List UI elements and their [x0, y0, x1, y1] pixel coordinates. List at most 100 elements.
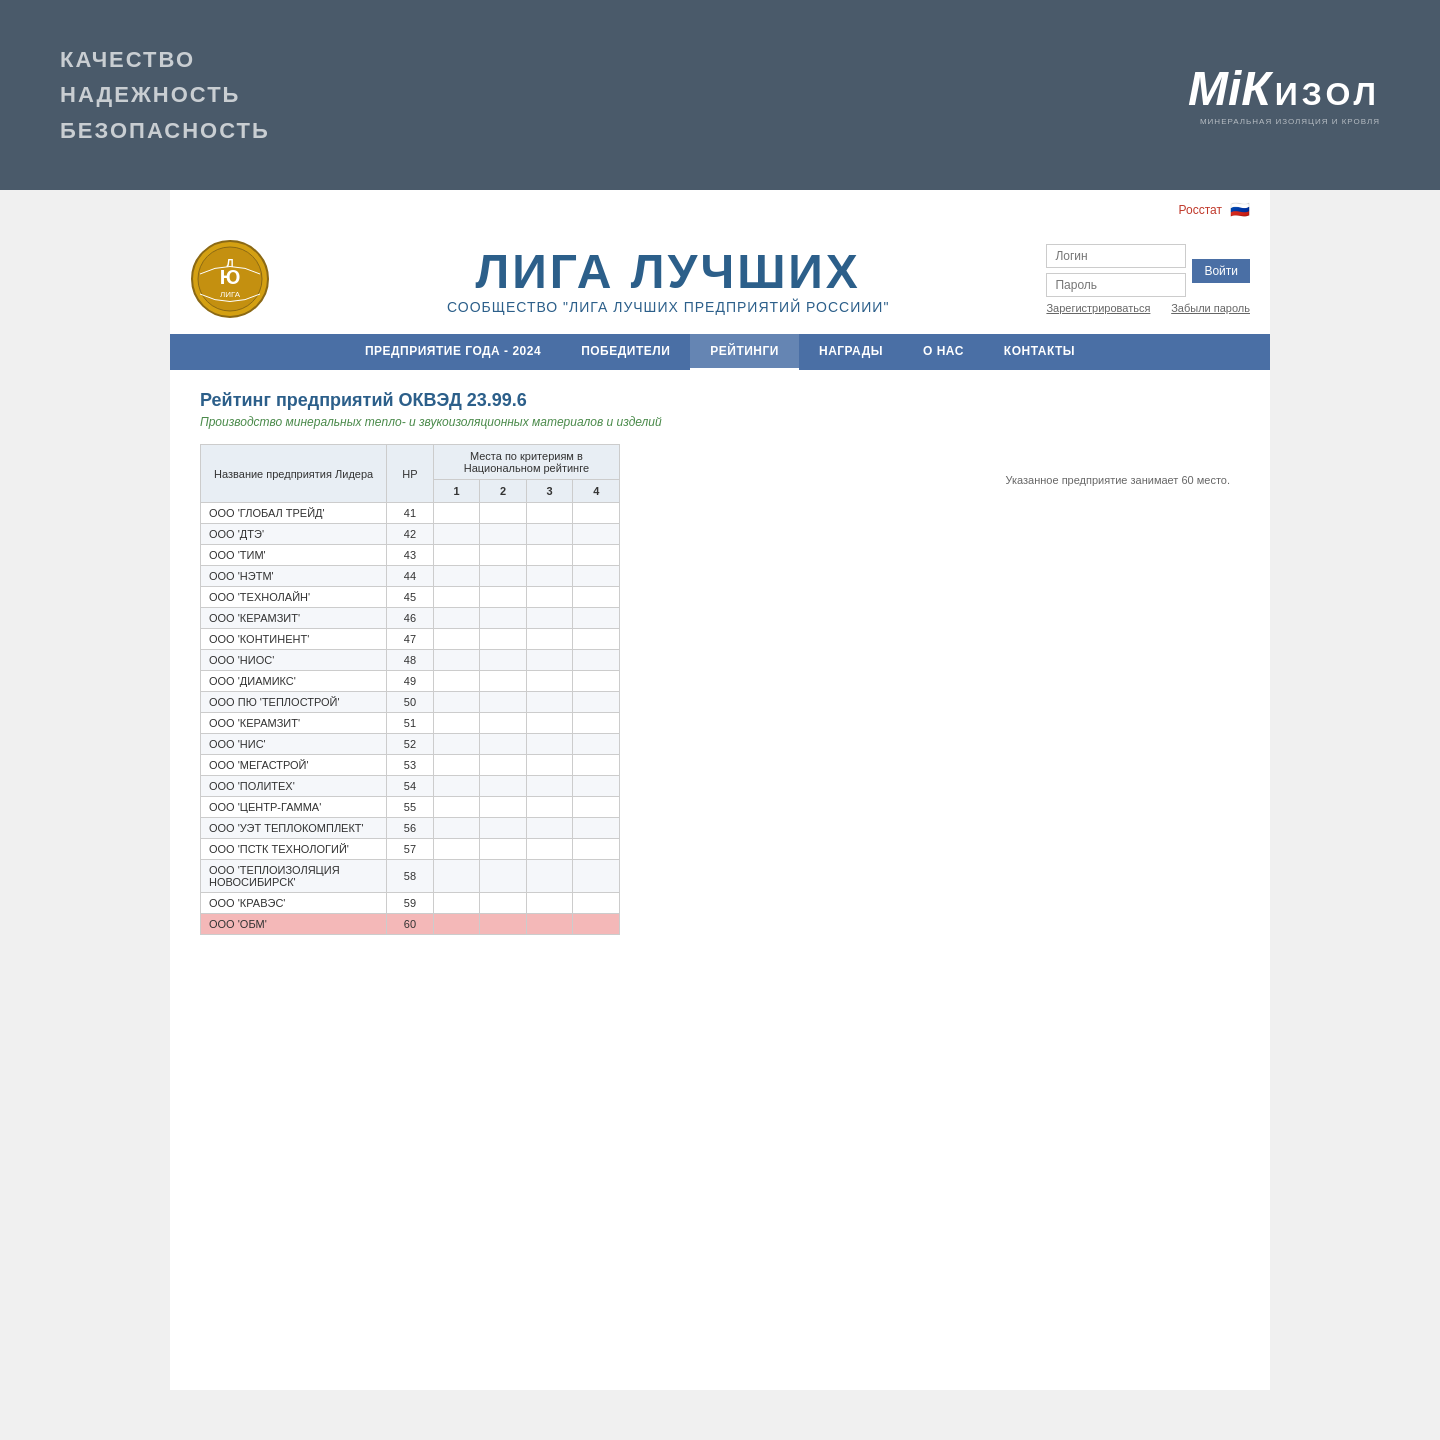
table-row: ООО 'МЕГАСТРОЙ'53 [201, 755, 620, 776]
criteria-cell [526, 797, 573, 818]
criteria-cell [526, 860, 573, 893]
criteria-cell [433, 755, 480, 776]
company-name-cell: ООО 'ТЕХНОЛАЙН' [201, 587, 387, 608]
criteria-cell [433, 818, 480, 839]
nr-cell: 53 [387, 755, 434, 776]
criteria-cell [573, 755, 620, 776]
login-input[interactable] [1046, 244, 1186, 268]
company-name-cell: ООО 'НЭТМ' [201, 566, 387, 587]
nr-cell: 46 [387, 608, 434, 629]
criteria-cell [433, 524, 480, 545]
table-row: ООО 'КЕРАМЗИТ'51 [201, 713, 620, 734]
criteria-cell [480, 734, 527, 755]
criteria-cell [433, 650, 480, 671]
criteria-header: Места по критериям в Национальном рейтин… [433, 445, 619, 480]
criteria-cell [433, 587, 480, 608]
logo-sub: МИНЕРАЛЬНАЯ ИЗОЛЯЦИЯ И КРОВЛЯ [1200, 117, 1380, 126]
table-row: ООО 'НИОС'48 [201, 650, 620, 671]
company-name-cell: ООО 'КОНТИНЕНТ' [201, 629, 387, 650]
criteria-cell [526, 503, 573, 524]
criteria-cell [433, 671, 480, 692]
criteria-cell [573, 893, 620, 914]
svg-text:ЛИГА: ЛИГА [220, 290, 241, 299]
company-name-cell: ООО 'МЕГАСТРОЙ' [201, 755, 387, 776]
table-row: ООО 'ТИМ'43 [201, 545, 620, 566]
criteria-cell [433, 839, 480, 860]
table-row: ООО 'КРАВЭС'59 [201, 893, 620, 914]
forgot-password-link[interactable]: Забыли пароль [1171, 302, 1250, 314]
criteria-cell [573, 734, 620, 755]
register-link[interactable]: Зарегистрироваться [1046, 302, 1150, 314]
criteria-cell [433, 713, 480, 734]
nav-item-ratings[interactable]: РЕЙТИНГИ [690, 334, 799, 370]
russia-flag-icon: 🇷🇺 [1230, 200, 1250, 219]
company-name-cell: ООО 'ДИАМИКС' [201, 671, 387, 692]
nr-cell: 54 [387, 776, 434, 797]
login-row-top: Росстат 🇷🇺 [170, 190, 1270, 224]
rosstat-link[interactable]: Росстат [1179, 203, 1222, 217]
site-subtitle: СООБЩЕСТВО "ЛИГА ЛУЧШИХ ПРЕДПРИЯТИЙ РОСС… [290, 299, 1046, 315]
col-name-header: Название предприятия Лидера [201, 445, 387, 503]
emblem-area: Л Ю ЛИГА [190, 239, 270, 319]
criteria-cell [433, 914, 480, 935]
criteria-cell [480, 503, 527, 524]
criteria-cell [573, 671, 620, 692]
company-name-cell: ООО 'УЭТ ТЕПЛОКОМПЛЕКТ' [201, 818, 387, 839]
criteria-cell [526, 818, 573, 839]
company-name-cell: ООО 'ЦЕНТР-ГАММА' [201, 797, 387, 818]
nr-cell: 42 [387, 524, 434, 545]
criteria-cell [480, 713, 527, 734]
criteria-cell [526, 776, 573, 797]
criteria-cell [480, 818, 527, 839]
criteria-cell [526, 839, 573, 860]
nr-cell: 43 [387, 545, 434, 566]
criteria-cell [433, 797, 480, 818]
table-row: ООО 'УЭТ ТЕПЛОКОМПЛЕКТ'56 [201, 818, 620, 839]
nr-cell: 60 [387, 914, 434, 935]
criteria-cell [433, 629, 480, 650]
company-name-cell: ООО 'ОБМ' [201, 914, 387, 935]
table-container: Название предприятия Лидера НР Места по … [200, 444, 620, 935]
nav-item-enterprise[interactable]: ПРЕДПРИЯТИЕ ГОДА - 2024 [345, 334, 561, 370]
table-row: ООО 'НИС'52 [201, 734, 620, 755]
criteria-cell [573, 587, 620, 608]
col-nr-header: НР [387, 445, 434, 503]
main-header: Л Ю ЛИГА ЛИГА ЛУЧШИХ СООБЩЕСТВО "ЛИГА ЛУ… [170, 224, 1270, 334]
table-row: ООО 'ДТЭ'42 [201, 524, 620, 545]
criteria-cell [480, 776, 527, 797]
criteria-cell [480, 524, 527, 545]
site-title-area: ЛИГА ЛУЧШИХ СООБЩЕСТВО "ЛИГА ЛУЧШИХ ПРЕД… [290, 244, 1046, 315]
login-button[interactable]: Войти [1192, 259, 1250, 283]
criteria-col-1: 1 [433, 480, 480, 503]
nav-item-about[interactable]: О НАС [903, 334, 984, 370]
nr-cell: 45 [387, 587, 434, 608]
nav-item-contacts[interactable]: КОНТАКТЫ [984, 334, 1095, 370]
criteria-cell [480, 566, 527, 587]
company-name-cell: ООО 'НИС' [201, 734, 387, 755]
nav-bar: ПРЕДПРИЯТИЕ ГОДА - 2024 ПОБЕДИТЕЛИ РЕЙТИ… [170, 334, 1270, 370]
criteria-cell [573, 545, 620, 566]
table-row: ООО 'НЭТМ'44 [201, 566, 620, 587]
nav-item-awards[interactable]: НАГРАДЫ [799, 334, 903, 370]
table-row: ООО 'ОБМ'60 [201, 914, 620, 935]
criteria-cell [526, 734, 573, 755]
criteria-cell [526, 545, 573, 566]
nav-item-winners[interactable]: ПОБЕДИТЕЛИ [561, 334, 690, 370]
criteria-cell [526, 692, 573, 713]
table-row: ООО 'ГЛОБАЛ ТРЕЙД'41 [201, 503, 620, 524]
company-name-cell: ООО 'ДТЭ' [201, 524, 387, 545]
criteria-cell [526, 671, 573, 692]
top-banner: КАЧЕСТВО НАДЕЖНОСТЬ БЕЗОПАСНОСТЬ МіК ИЗО… [0, 0, 1440, 190]
password-input[interactable] [1046, 273, 1186, 297]
nr-cell: 55 [387, 797, 434, 818]
svg-text:Ю: Ю [220, 266, 241, 288]
criteria-cell [433, 608, 480, 629]
criteria-cell [433, 893, 480, 914]
page-subtitle: Производство минеральных тепло- и звукои… [200, 415, 1240, 429]
logo-izol: ИЗОЛ [1275, 78, 1380, 110]
table-row: ООО 'КЕРАМЗИТ'46 [201, 608, 620, 629]
nr-cell: 51 [387, 713, 434, 734]
criteria-col-4: 4 [573, 480, 620, 503]
criteria-cell [480, 914, 527, 935]
table-row: ООО 'ЦЕНТР-ГАММА'55 [201, 797, 620, 818]
